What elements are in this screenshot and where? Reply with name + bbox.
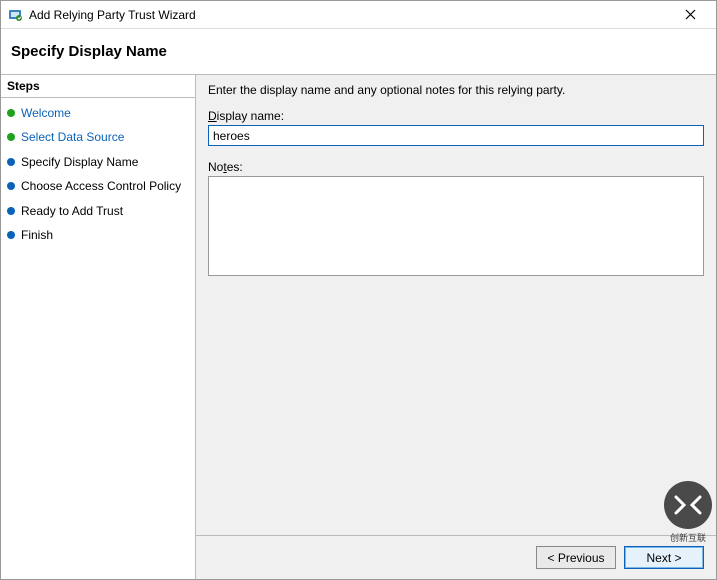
- step-label: Choose Access Control Policy: [21, 179, 181, 193]
- next-button[interactable]: Next >: [624, 546, 704, 569]
- step-bullet-icon: [7, 182, 15, 190]
- step-bullet-icon: [7, 133, 15, 141]
- titlebar: Add Relying Party Trust Wizard: [1, 1, 716, 29]
- step-ready-to-add-trust: Ready to Add Trust: [7, 204, 189, 218]
- step-bullet-icon: [7, 231, 15, 239]
- step-label: Welcome: [21, 106, 71, 120]
- step-label: Specify Display Name: [21, 155, 138, 169]
- wizard-window: Add Relying Party Trust Wizard Specify D…: [0, 0, 717, 580]
- step-finish: Finish: [7, 228, 189, 242]
- app-icon: [7, 7, 23, 23]
- step-label: Ready to Add Trust: [21, 204, 123, 218]
- page-header: Specify Display Name: [1, 29, 716, 75]
- steps-list: Welcome Select Data Source Specify Displ…: [1, 98, 195, 258]
- close-icon[interactable]: [670, 2, 710, 28]
- window-title: Add Relying Party Trust Wizard: [29, 8, 670, 22]
- steps-heading: Steps: [1, 75, 195, 98]
- notes-textarea[interactable]: [208, 176, 704, 276]
- step-bullet-icon: [7, 109, 15, 117]
- display-name-label: Display name:: [208, 109, 704, 123]
- step-select-data-source[interactable]: Select Data Source: [7, 130, 189, 144]
- page-title: Specify Display Name: [11, 43, 706, 60]
- step-specify-display-name: Specify Display Name: [7, 155, 189, 169]
- wizard-footer: < Previous Next >: [196, 535, 716, 579]
- step-label: Finish: [21, 228, 53, 242]
- step-welcome[interactable]: Welcome: [7, 106, 189, 120]
- display-name-input[interactable]: [208, 125, 704, 146]
- step-choose-access-control-policy: Choose Access Control Policy: [7, 179, 189, 193]
- steps-sidebar: Steps Welcome Select Data Source Specify…: [1, 75, 196, 579]
- content-pane: Enter the display name and any optional …: [196, 75, 716, 579]
- step-bullet-icon: [7, 158, 15, 166]
- step-label: Select Data Source: [21, 130, 124, 144]
- previous-button[interactable]: < Previous: [536, 546, 616, 569]
- wizard-body: Steps Welcome Select Data Source Specify…: [1, 75, 716, 579]
- step-bullet-icon: [7, 207, 15, 215]
- instruction-text: Enter the display name and any optional …: [208, 83, 704, 97]
- notes-label: Notes:: [208, 160, 704, 174]
